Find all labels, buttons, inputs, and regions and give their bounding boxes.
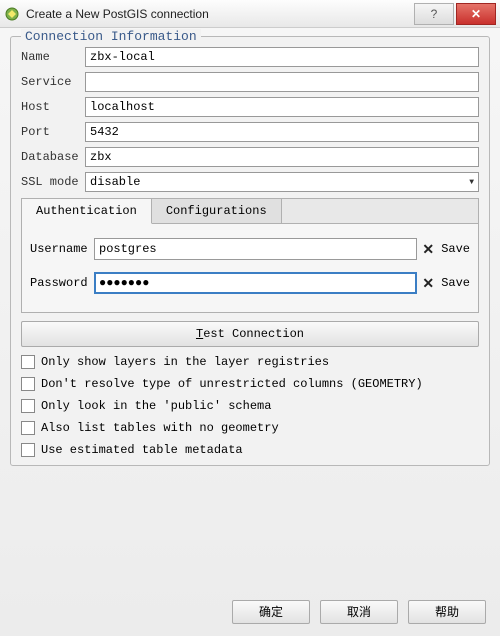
host-input[interactable] (85, 97, 479, 117)
host-label: Host (21, 100, 85, 114)
password-label: Password (30, 276, 94, 290)
check-estimated-metadata-label: Use estimated table metadata (41, 443, 243, 457)
auth-tabs: Authentication Configurations Username ✕… (21, 198, 479, 313)
check-public-schema[interactable] (21, 399, 35, 413)
port-input[interactable] (85, 122, 479, 142)
tab-configurations[interactable]: Configurations (152, 199, 282, 223)
sslmode-value: disable (90, 175, 140, 189)
check-layer-registries[interactable] (21, 355, 35, 369)
save-password-label[interactable]: Save (441, 276, 470, 290)
password-input[interactable] (94, 272, 417, 294)
name-label: Name (21, 50, 85, 64)
tab-authentication[interactable]: Authentication (22, 199, 152, 224)
ok-button[interactable]: 确定 (232, 600, 310, 624)
tab-body-auth: Username ✕ Save Password ✕ Save (22, 224, 478, 312)
service-input[interactable] (85, 72, 479, 92)
cancel-button[interactable]: 取消 (320, 600, 398, 624)
database-label: Database (21, 150, 85, 164)
username-input[interactable] (94, 238, 417, 260)
check-public-schema-label: Only look in the 'public' schema (41, 399, 271, 413)
name-input[interactable] (85, 47, 479, 67)
service-label: Service (21, 75, 85, 89)
sslmode-select[interactable]: disable ▼ (85, 172, 479, 192)
window-title: Create a New PostGIS connection (26, 7, 412, 21)
clear-username-icon[interactable]: ✕ (419, 241, 437, 258)
check-no-geometry-label: Also list tables with no geometry (41, 421, 279, 435)
port-label: Port (21, 125, 85, 139)
test-connection-button[interactable]: Test Connection (21, 321, 479, 347)
help-button[interactable]: 帮助 (408, 600, 486, 624)
chevron-down-icon: ▼ (469, 178, 474, 187)
connection-info-group: Connection Information Name Service Host… (10, 36, 490, 466)
save-username-label[interactable]: Save (441, 242, 470, 256)
check-no-geometry[interactable] (21, 421, 35, 435)
titlebar-close-button[interactable]: ✕ (456, 3, 496, 25)
dialog-buttons: 确定 取消 帮助 (232, 600, 486, 624)
database-input[interactable] (85, 147, 479, 167)
sslmode-label: SSL mode (21, 175, 85, 189)
check-resolve-type-label: Don't resolve type of unrestricted colum… (41, 377, 423, 391)
app-icon (4, 6, 20, 22)
groupbox-title: Connection Information (21, 29, 201, 44)
check-resolve-type[interactable] (21, 377, 35, 391)
window-body: Connection Information Name Service Host… (0, 28, 500, 636)
titlebar: Create a New PostGIS connection ? ✕ (0, 0, 500, 28)
clear-password-icon[interactable]: ✕ (419, 275, 437, 292)
test-connection-label: est Connection (203, 327, 304, 341)
check-estimated-metadata[interactable] (21, 443, 35, 457)
tab-header: Authentication Configurations (22, 199, 478, 224)
check-layer-registries-label: Only show layers in the layer registries (41, 355, 329, 369)
username-label: Username (30, 242, 94, 256)
titlebar-help-button[interactable]: ? (414, 3, 454, 25)
